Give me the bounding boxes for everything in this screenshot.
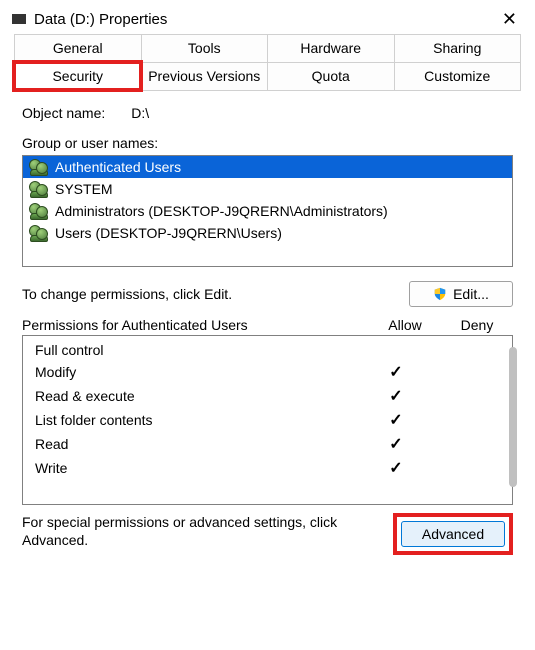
permission-name: List folder contents: [31, 412, 360, 428]
edit-hint: To change permissions, click Edit.: [22, 286, 409, 302]
tab-customize[interactable]: Customize: [394, 62, 522, 90]
list-item[interactable]: SYSTEM: [23, 178, 512, 200]
edit-button-label: Edit...: [453, 286, 489, 302]
advanced-highlight: Advanced: [393, 513, 513, 555]
scrollbar[interactable]: [509, 347, 517, 487]
properties-window: Data (D:) Properties ✕ General Tools Har…: [0, 0, 535, 650]
tab-security[interactable]: Security: [14, 62, 141, 90]
permission-row: Modify ✓: [31, 360, 504, 384]
permission-name: Modify: [31, 364, 360, 380]
security-panel: Object name: D:\ Group or user names: Au…: [0, 91, 535, 650]
allow-check: ✓: [360, 362, 432, 382]
deny-column-header: Deny: [441, 317, 513, 333]
users-group-icon: [29, 159, 49, 175]
tab-sharing[interactable]: Sharing: [394, 34, 522, 62]
uac-shield-icon: [433, 287, 447, 301]
window-title: Data (D:) Properties: [34, 11, 496, 28]
tabs: General Tools Hardware Sharing Security …: [0, 34, 535, 91]
permission-row: Write ✓: [31, 456, 504, 480]
titlebar: Data (D:) Properties ✕: [0, 0, 535, 34]
advanced-button-label: Advanced: [422, 526, 484, 542]
allow-check: ✓: [360, 434, 432, 454]
permission-name: Full control: [31, 342, 360, 358]
allow-column-header: Allow: [369, 317, 441, 333]
users-group-icon: [29, 181, 49, 197]
permissions-listbox[interactable]: Full control Modify ✓ Read & execute ✓ L…: [22, 335, 513, 505]
system-menu-icon: [12, 14, 26, 24]
list-item[interactable]: Users (DESKTOP-J9QRERN\Users): [23, 222, 512, 244]
permission-row: Full control: [31, 340, 504, 360]
close-icon[interactable]: ✕: [496, 8, 523, 30]
permission-name: Write: [31, 460, 360, 476]
permissions-for-label: Permissions for Authenticated Users: [22, 317, 369, 333]
advanced-row: For special permissions or advanced sett…: [22, 513, 513, 555]
tab-quota[interactable]: Quota: [267, 62, 394, 90]
list-item[interactable]: Administrators (DESKTOP-J9QRERN\Administ…: [23, 200, 512, 222]
users-listbox[interactable]: Authenticated Users SYSTEM Administrator…: [22, 155, 513, 267]
allow-check: ✓: [360, 458, 432, 478]
edit-button[interactable]: Edit...: [409, 281, 513, 307]
object-name-row: Object name: D:\: [22, 105, 513, 121]
permission-name: Read: [31, 436, 360, 452]
advanced-button[interactable]: Advanced: [401, 521, 505, 547]
tab-tools[interactable]: Tools: [141, 34, 268, 62]
tab-general[interactable]: General: [14, 34, 141, 62]
list-item[interactable]: Authenticated Users: [23, 156, 512, 178]
permissions-header: Permissions for Authenticated Users Allo…: [22, 317, 513, 333]
object-name-label: Object name:: [22, 105, 105, 121]
user-name: Administrators (DESKTOP-J9QRERN\Administ…: [55, 203, 388, 219]
allow-check: ✓: [360, 410, 432, 430]
allow-check: ✓: [360, 386, 432, 406]
object-name-value: D:\: [131, 105, 149, 121]
tab-previous-versions[interactable]: Previous Versions: [141, 62, 268, 90]
permission-row: Read & execute ✓: [31, 384, 504, 408]
users-group-icon: [29, 203, 49, 219]
tab-hardware[interactable]: Hardware: [267, 34, 394, 62]
users-group-icon: [29, 225, 49, 241]
permission-name: Read & execute: [31, 388, 360, 404]
edit-row: To change permissions, click Edit. Edit.…: [22, 281, 513, 307]
group-users-label: Group or user names:: [22, 135, 513, 151]
user-name: SYSTEM: [55, 181, 113, 197]
advanced-hint: For special permissions or advanced sett…: [22, 513, 393, 549]
permission-row: List folder contents ✓: [31, 408, 504, 432]
user-name: Users (DESKTOP-J9QRERN\Users): [55, 225, 282, 241]
permission-row: Read ✓: [31, 432, 504, 456]
user-name: Authenticated Users: [55, 159, 181, 175]
